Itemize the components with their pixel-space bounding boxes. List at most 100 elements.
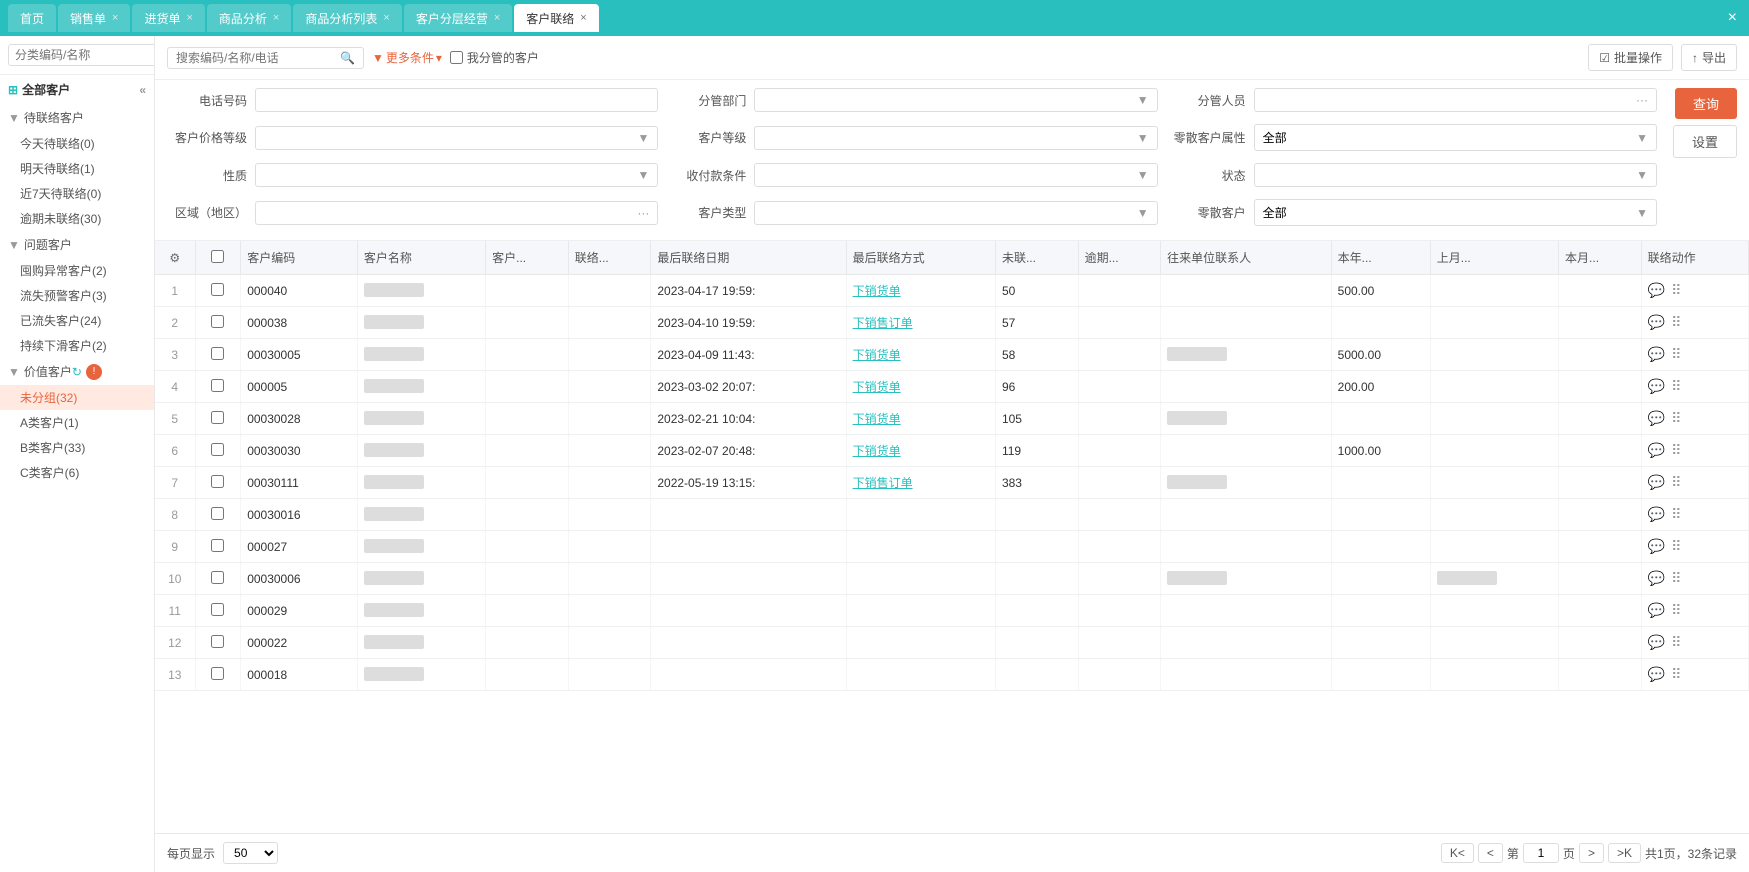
row-last-method[interactable]: 下销货单	[846, 403, 995, 435]
contact-icon[interactable]: 💬	[1648, 314, 1665, 331]
sidebar-item-ungrouped[interactable]: 未分组(32)	[0, 385, 154, 410]
row-last-method[interactable]: 下销货单	[846, 435, 995, 467]
sidebar-item-class-c[interactable]: C类客户(6)	[0, 460, 154, 485]
row-checkbox[interactable]	[195, 531, 241, 563]
more-action-icon[interactable]: ⠿	[1671, 346, 1681, 363]
row-last-method[interactable]	[846, 563, 995, 595]
dept-select[interactable]: ▼	[754, 88, 1157, 112]
phone-input[interactable]	[255, 88, 658, 112]
refresh-icon[interactable]: ↻	[72, 365, 82, 379]
more-action-icon[interactable]: ⠿	[1671, 474, 1681, 491]
tab-product-analysis[interactable]: 商品分析 ×	[207, 4, 291, 32]
last-page-button[interactable]: >K	[1608, 843, 1641, 863]
retail-customer-select[interactable]: 全部▼	[1254, 199, 1657, 226]
contact-method-link[interactable]: 下销售订单	[853, 316, 913, 330]
row-select-checkbox[interactable]	[211, 411, 224, 424]
contact-icon[interactable]: 💬	[1648, 506, 1665, 523]
batch-operation-button[interactable]: ☑ 批量操作	[1588, 44, 1673, 71]
more-action-icon[interactable]: ⠿	[1671, 506, 1681, 523]
more-action-icon[interactable]: ⠿	[1671, 666, 1681, 683]
more-action-icon[interactable]: ⠿	[1671, 602, 1681, 619]
sidebar-item-tomorrow-pending[interactable]: 明天待联络(1)	[0, 156, 154, 181]
contact-icon[interactable]: 💬	[1648, 378, 1665, 395]
contact-icon[interactable]: 💬	[1648, 442, 1665, 459]
more-action-icon[interactable]: ⠿	[1671, 442, 1681, 459]
row-last-method[interactable]: 下销货单	[846, 339, 995, 371]
contact-method-link[interactable]: 下销货单	[853, 380, 901, 394]
sidebar-item-class-a[interactable]: A类客户(1)	[0, 410, 154, 435]
row-checkbox[interactable]	[195, 563, 241, 595]
window-close-button[interactable]: ×	[1724, 5, 1741, 31]
close-icon[interactable]: ×	[580, 12, 586, 24]
contact-method-link[interactable]: 下销货单	[853, 284, 901, 298]
tab-home[interactable]: 首页	[8, 4, 56, 32]
row-last-method[interactable]	[846, 659, 995, 691]
group-pending-contact[interactable]: ▼ 待联络客户	[0, 104, 154, 131]
contact-icon[interactable]: 💬	[1648, 570, 1665, 587]
contact-icon[interactable]: 💬	[1648, 282, 1665, 299]
contact-icon[interactable]: 💬	[1648, 474, 1665, 491]
prev-page-button[interactable]: <	[1478, 843, 1503, 863]
row-checkbox[interactable]	[195, 307, 241, 339]
page-number-input[interactable]	[1523, 843, 1559, 863]
contact-icon[interactable]: 💬	[1648, 634, 1665, 651]
group-problem-customers[interactable]: ▼ 问题客户	[0, 231, 154, 258]
contact-icon[interactable]: 💬	[1648, 346, 1665, 363]
tab-product-analysis-list[interactable]: 商品分析列表 ×	[293, 4, 401, 32]
page-size-select[interactable]: 50 100 200	[223, 842, 278, 864]
close-icon[interactable]: ×	[273, 12, 279, 24]
sidebar-item-overdue-contact[interactable]: 逾期未联络(30)	[0, 206, 154, 231]
close-icon[interactable]: ×	[112, 12, 118, 24]
sidebar-item-declining-customers[interactable]: 持续下滑客户(2)	[0, 333, 154, 358]
sidebar-item-7days-pending[interactable]: 近7天待联络(0)	[0, 181, 154, 206]
sidebar-item-class-b[interactable]: B类客户(33)	[0, 435, 154, 460]
my-customers-checkbox[interactable]: 我分管的客户	[450, 49, 539, 66]
row-last-method[interactable]: 下销售订单	[846, 467, 995, 499]
category-search-input[interactable]	[8, 44, 155, 66]
first-page-button[interactable]: K<	[1441, 843, 1474, 863]
reset-button[interactable]: 设置	[1673, 125, 1737, 158]
more-action-icon[interactable]: ⠿	[1671, 282, 1681, 299]
query-button[interactable]: 查询	[1675, 88, 1737, 119]
manager-select[interactable]: ···	[1254, 88, 1657, 112]
row-checkbox[interactable]	[195, 467, 241, 499]
row-select-checkbox[interactable]	[211, 443, 224, 456]
more-action-icon[interactable]: ⠿	[1671, 410, 1681, 427]
contact-icon[interactable]: 💬	[1648, 602, 1665, 619]
more-action-icon[interactable]: ⠿	[1671, 634, 1681, 651]
row-checkbox[interactable]	[195, 275, 241, 307]
row-checkbox[interactable]	[195, 435, 241, 467]
contact-icon[interactable]: 💬	[1648, 538, 1665, 555]
my-customers-checkbox-input[interactable]	[450, 51, 463, 64]
row-checkbox[interactable]	[195, 339, 241, 371]
contact-method-link[interactable]: 下销货单	[853, 348, 901, 362]
more-conditions-button[interactable]: ▼ 更多条件 ▾	[372, 49, 442, 66]
customer-level-select[interactable]: ▼	[754, 126, 1157, 150]
all-customers-header[interactable]: ⊞ 全部客户 «	[0, 75, 154, 104]
tab-sales[interactable]: 销售单 ×	[58, 4, 130, 32]
region-select[interactable]: ···	[255, 201, 658, 225]
price-level-select[interactable]: ▼	[255, 126, 658, 150]
sidebar-item-today-pending[interactable]: 今天待联络(0)	[0, 131, 154, 156]
row-checkbox[interactable]	[195, 499, 241, 531]
tab-purchase[interactable]: 进货单 ×	[132, 4, 204, 32]
row-checkbox[interactable]	[195, 371, 241, 403]
row-last-method[interactable]	[846, 627, 995, 659]
more-action-icon[interactable]: ⠿	[1671, 538, 1681, 555]
more-action-icon[interactable]: ⠿	[1671, 314, 1681, 331]
row-last-method[interactable]: 下销货单	[846, 275, 995, 307]
more-action-icon[interactable]: ⠿	[1671, 570, 1681, 587]
row-last-method[interactable]: 下销售订单	[846, 307, 995, 339]
settings-column-header[interactable]: ⚙	[155, 241, 195, 275]
search-input[interactable]	[176, 51, 336, 65]
contact-icon[interactable]: 💬	[1648, 410, 1665, 427]
row-select-checkbox[interactable]	[211, 635, 224, 648]
contact-method-link[interactable]: 下销货单	[853, 444, 901, 458]
row-select-checkbox[interactable]	[211, 347, 224, 360]
row-last-method[interactable]	[846, 499, 995, 531]
gender-select[interactable]: ▼	[255, 163, 658, 187]
group-value-customers[interactable]: ▼ 价值客户 ↻ !	[0, 358, 154, 385]
close-icon[interactable]: ×	[186, 12, 192, 24]
more-action-icon[interactable]: ⠿	[1671, 378, 1681, 395]
next-page-button[interactable]: >	[1579, 843, 1604, 863]
